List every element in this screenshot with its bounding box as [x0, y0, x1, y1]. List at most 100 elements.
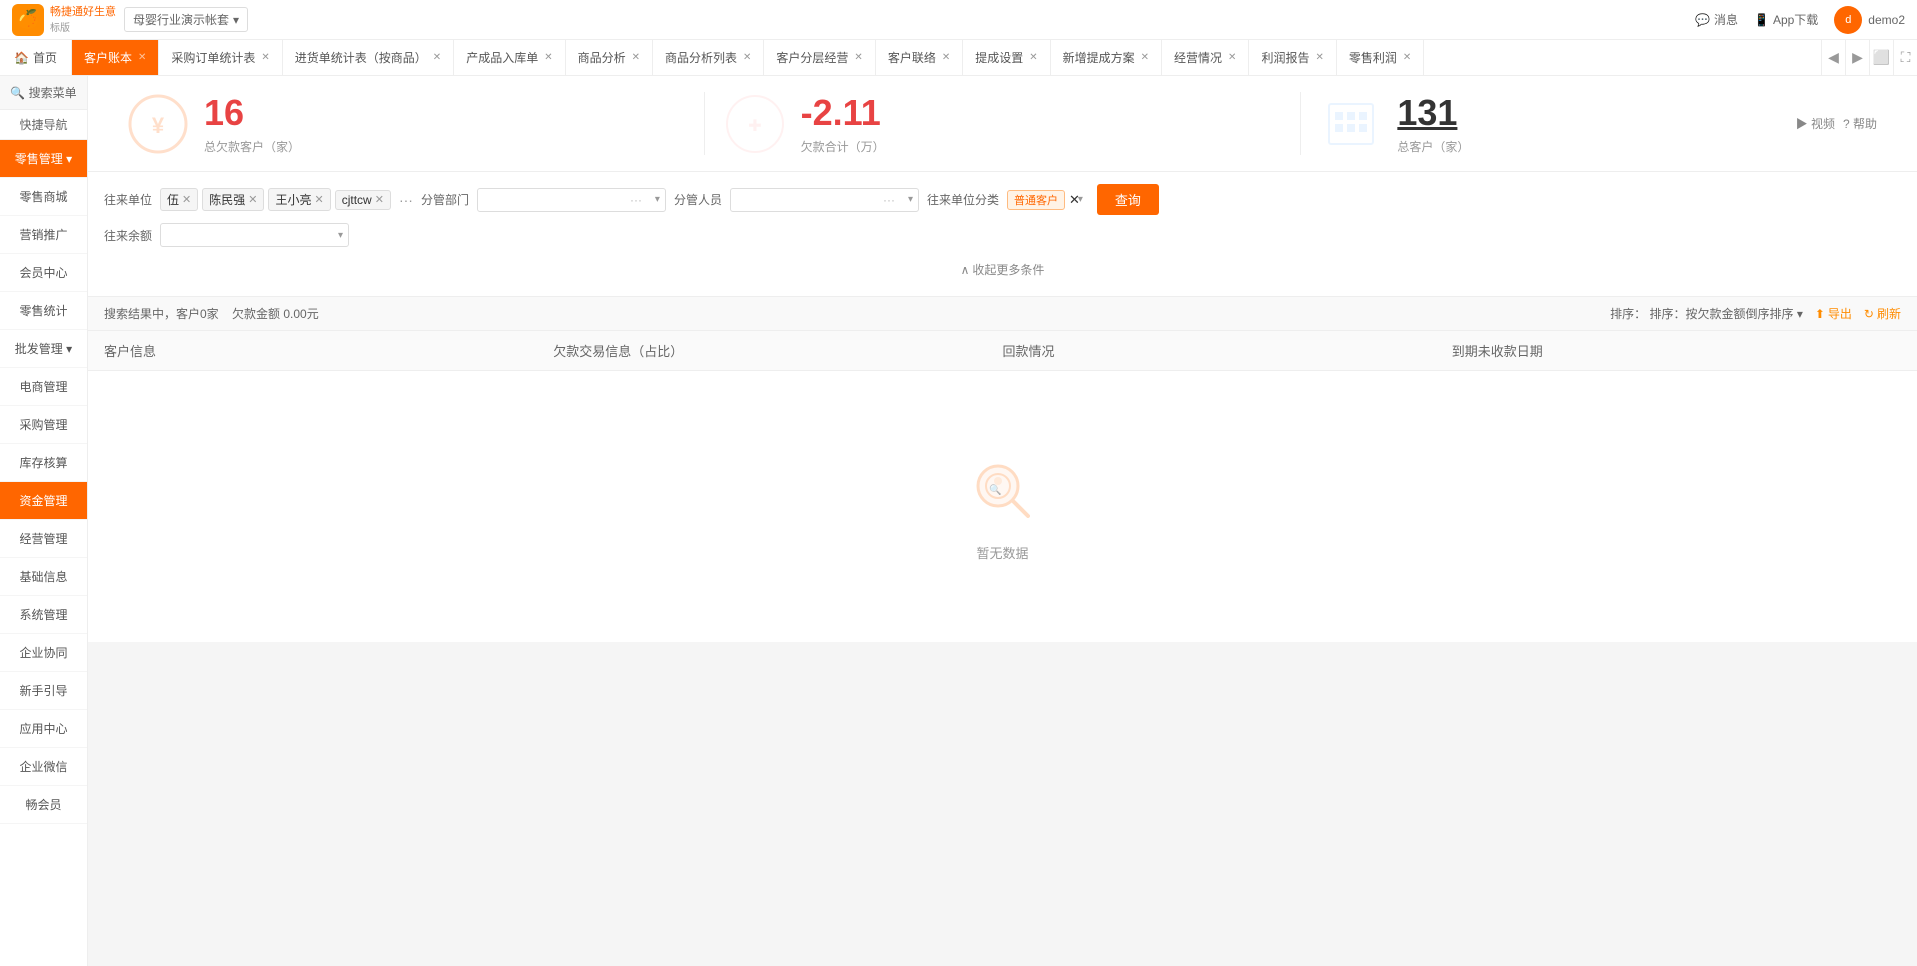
refresh-label: 刷新	[1877, 305, 1901, 322]
close-icon[interactable]: ✕	[1403, 52, 1411, 63]
close-icon[interactable]: ✕	[1228, 52, 1236, 63]
tab-customer-layer[interactable]: 客户分层经营 ✕	[764, 40, 875, 76]
export-label: 导出	[1828, 305, 1852, 322]
app-download-btn[interactable]: 📱 App下载	[1754, 11, 1818, 28]
svg-text:✚: ✚	[748, 118, 761, 135]
filter-tag-cjttcw-remove[interactable]: ✕	[375, 193, 384, 206]
filter-tag-wu-remove[interactable]: ✕	[182, 193, 191, 206]
tab-retail-profit-label: 零售利润	[1349, 49, 1397, 66]
sidebar-item-inventory[interactable]: 库存核算	[0, 444, 87, 482]
content-area: ¥ 16 总欠款客户（家） ✚ -2.11 欠款合计	[88, 76, 1917, 966]
sidebar-item-new-guide[interactable]: 新手引导	[0, 672, 87, 710]
close-icon[interactable]: ✕	[632, 52, 640, 63]
refresh-btn[interactable]: ↻ 刷新	[1864, 305, 1901, 322]
sort-chevron-icon: ▾	[1797, 307, 1803, 321]
close-icon[interactable]: ✕	[544, 52, 552, 63]
close-icon[interactable]: ✕	[743, 52, 751, 63]
tab-customer-ledger[interactable]: 客户账本 ✕	[72, 40, 159, 76]
close-icon[interactable]: ✕	[854, 52, 862, 63]
close-icon[interactable]: ✕	[138, 52, 146, 63]
sort-value[interactable]: 排序：按欠款金额倒序排序	[1649, 307, 1793, 321]
close-icon[interactable]: ✕	[942, 52, 950, 63]
sidebar-item-member[interactable]: 会员中心	[0, 254, 87, 292]
sidebar-item-wholesale[interactable]: 批发管理 ▾	[0, 330, 87, 368]
tab-home[interactable]: 🏠 首页	[0, 40, 72, 76]
query-button[interactable]: 查询	[1097, 184, 1159, 215]
empty-state: 🔍 暂无数据	[88, 371, 1917, 642]
tab-goods-statistics[interactable]: 进货单统计表（按商品） ✕	[283, 40, 454, 76]
filter-unit-tags: 伍 ✕ 陈民强 ✕ 王小亮 ✕ cjttcw ✕ ···	[160, 188, 413, 211]
video-btn[interactable]: ▶ 视频	[1796, 115, 1835, 132]
sidebar-item-system[interactable]: 系统管理	[0, 596, 87, 634]
nav-prev-arrow[interactable]: ◀	[1821, 40, 1845, 76]
dept-label: 分管部门	[421, 191, 469, 208]
sidebar-item-retail-mgmt[interactable]: 零售管理 ▾	[0, 140, 87, 178]
sidebar-item-enterprise[interactable]: 企业协同	[0, 634, 87, 672]
chevron-down-icon: ▾	[233, 13, 239, 27]
close-icon[interactable]: ✕	[1315, 52, 1323, 63]
export-btn[interactable]: ⬆ 导出	[1815, 305, 1852, 322]
filter-tag-wang-remove[interactable]: ✕	[315, 193, 324, 206]
sidebar-item-operations[interactable]: 经营管理	[0, 520, 87, 558]
user-area[interactable]: d demo2	[1834, 6, 1905, 34]
tab-goods-analysis[interactable]: 商品分析 ✕	[566, 40, 653, 76]
sidebar-item-purchase[interactable]: 采购管理	[0, 406, 87, 444]
tab-commission-settings[interactable]: 提成设置 ✕	[963, 40, 1050, 76]
messages-btn[interactable]: 💬 消息	[1695, 11, 1738, 28]
sidebar-item-retail-stats[interactable]: 零售统计	[0, 292, 87, 330]
filter-area: 往来单位 伍 ✕ 陈民强 ✕ 王小亮 ✕ cjttcw	[88, 172, 1917, 297]
filter-tag-chen-remove[interactable]: ✕	[248, 193, 257, 206]
unit-class-chevron-icon: ▾	[1078, 194, 1083, 205]
table-header: 客户信息 欠款交易信息（占比） 回款情况 到期未收款日期	[88, 331, 1917, 371]
tab-goods-analysis-list[interactable]: 商品分析列表 ✕	[653, 40, 764, 76]
tab-goods-statistics-label: 进货单统计表（按商品）	[295, 49, 427, 66]
tab-profit-report[interactable]: 利润报告 ✕	[1249, 40, 1336, 76]
sidebar-item-retail-mall[interactable]: 零售商城	[0, 178, 87, 216]
message-icon: 💬	[1695, 13, 1710, 27]
sidebar-item-app-center[interactable]: 应用中心	[0, 710, 87, 748]
top-bar-right: 💬 消息 📱 App下载 d demo2	[1695, 6, 1905, 34]
tab-purchase-order[interactable]: 采购订单统计表 ✕	[159, 40, 282, 76]
sidebar-item-wechat[interactable]: 企业微信	[0, 748, 87, 786]
close-icon[interactable]: ✕	[261, 52, 269, 63]
tab-business-status[interactable]: 经营情况 ✕	[1162, 40, 1249, 76]
dept-select-wrap: ▾ ···	[477, 188, 666, 212]
sidebar-quick-nav[interactable]: 快捷导航	[0, 110, 87, 140]
help-btn[interactable]: ? 帮助	[1843, 115, 1877, 132]
tab-retail-profit[interactable]: 零售利润 ✕	[1337, 40, 1424, 76]
result-bar-right: 排序： 排序：按欠款金额倒序排序 ▾ ⬆ 导出 ↻ 刷新	[1610, 305, 1901, 322]
workspace-dropdown[interactable]: 母婴行业演示帐套 ▾	[124, 7, 248, 32]
margin-select[interactable]	[160, 223, 349, 247]
tab-customer-contact[interactable]: 客户联络 ✕	[876, 40, 963, 76]
sidebar-item-finance[interactable]: 资金管理	[0, 482, 87, 520]
close-icon[interactable]: ✕	[1029, 52, 1037, 63]
nav-fullscreen-icon[interactable]: ⛶	[1893, 40, 1917, 76]
collapse-btn[interactable]: ∧ 收起更多条件	[961, 255, 1045, 284]
sidebar-item-wechat-label: 企业微信	[19, 760, 67, 774]
close-icon[interactable]: ✕	[1141, 52, 1149, 63]
tab-add-commission[interactable]: 新增提成方案 ✕	[1051, 40, 1162, 76]
nav-next-arrow[interactable]: ▶	[1845, 40, 1869, 76]
filter-tag-chen: 陈民强 ✕	[202, 188, 264, 211]
unit-label: 往来单位	[104, 191, 152, 208]
person-more-icon[interactable]: ···	[883, 193, 895, 207]
sidebar-item-basic-info[interactable]: 基础信息	[0, 558, 87, 596]
stat-info-total: 131 总客户（家）	[1397, 92, 1469, 155]
sidebar-item-vip[interactable]: 畅会员	[0, 786, 87, 824]
nav-arrows: ◀ ▶ ⬜ ⛶	[1821, 40, 1917, 76]
messages-label: 消息	[1714, 11, 1738, 28]
sidebar-item-app-center-label: 应用中心	[19, 722, 67, 736]
dept-more-icon[interactable]: ···	[630, 193, 642, 207]
result-bar: 搜索结果中，客户0家 欠款金额 0.00元 排序： 排序：按欠款金额倒序排序 ▾…	[88, 297, 1917, 331]
nav-tabs: 🏠 首页 客户账本 ✕ 采购订单统计表 ✕ 进货单统计表（按商品） ✕ 产成品入…	[0, 40, 1917, 76]
search-icon: 🔍	[10, 86, 25, 100]
sidebar-item-marketing[interactable]: 营销推广	[0, 216, 87, 254]
sidebar-item-wholesale-label: 批发管理	[15, 342, 63, 356]
more-tags-btn[interactable]: ···	[399, 192, 413, 208]
sidebar-search[interactable]: 🔍 搜索菜单	[0, 76, 87, 110]
tab-produce-warehouse[interactable]: 产成品入库单 ✕	[454, 40, 565, 76]
close-icon[interactable]: ✕	[433, 52, 441, 63]
margin-label: 往来余额	[104, 227, 152, 244]
nav-expand-icon[interactable]: ⬜	[1869, 40, 1893, 76]
sidebar-item-ecommerce[interactable]: 电商管理	[0, 368, 87, 406]
